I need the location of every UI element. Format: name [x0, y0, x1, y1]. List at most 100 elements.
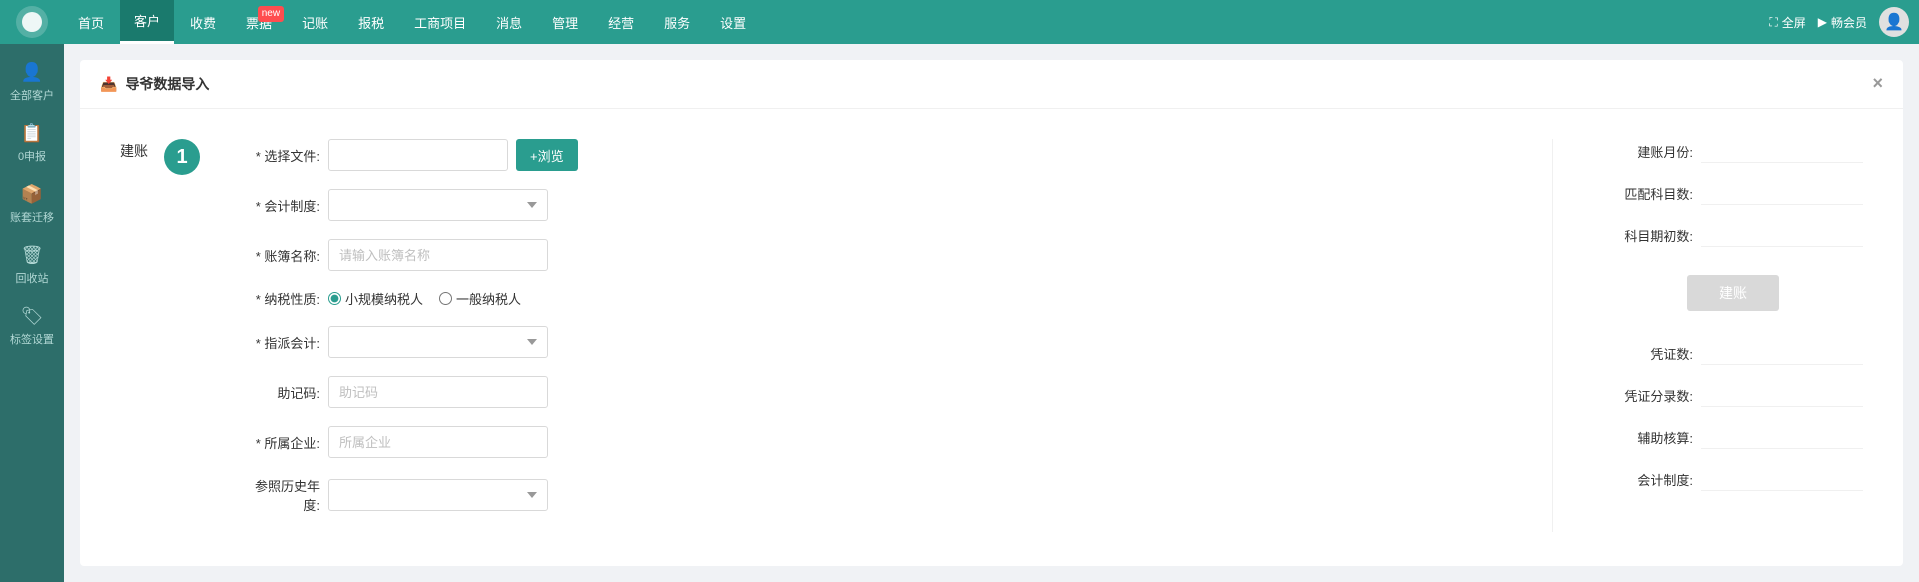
- accounting-system-row: * 会计制度:: [240, 189, 1502, 221]
- accountant-row: * 指派会计:: [240, 326, 1502, 358]
- tax-general-label: 一般纳税人: [456, 289, 521, 308]
- history-year-label: 参照历史年度:: [240, 476, 320, 514]
- enterprise-input[interactable]: [328, 426, 548, 458]
- step-indicator: 建账 1: [120, 139, 200, 532]
- tax-small-radio[interactable]: [328, 292, 341, 305]
- tax-type-label: * 纳税性质:: [240, 289, 320, 308]
- file-label: * 选择文件:: [240, 146, 320, 165]
- info-auxiliary-label: 辅助核算:: [1603, 428, 1693, 447]
- panel-title: 导爷数据导入: [125, 74, 209, 94]
- browse-button[interactable]: +浏览: [516, 139, 578, 171]
- info-month-label: 建账月份:: [1603, 142, 1693, 161]
- info-month-value: [1701, 139, 1863, 163]
- accountant-label: * 指派会计:: [240, 333, 320, 352]
- info-entries-label: 凭证分录数:: [1603, 386, 1693, 405]
- step-circle: 1: [164, 139, 200, 175]
- tax-small-label: 小规模纳税人: [345, 289, 423, 308]
- tax-type-radio-group: 小规模纳税人 一般纳税人: [328, 289, 521, 308]
- member-icon: ▶: [1818, 15, 1827, 29]
- info-auxiliary-row: 辅助核算:: [1603, 425, 1863, 449]
- memo-label: 助记码:: [240, 383, 320, 402]
- build-account-button[interactable]: 建账: [1687, 275, 1779, 311]
- sidebar-item-migration[interactable]: 📦 账套迁移: [0, 176, 64, 233]
- nav-item-operation[interactable]: 经营: [594, 0, 648, 44]
- tax-general-option[interactable]: 一般纳税人: [439, 289, 521, 308]
- file-row: * 选择文件: +浏览: [240, 139, 1502, 171]
- nav-item-bookkeeping[interactable]: 记账: [288, 0, 342, 44]
- page-panel: 📥 导爷数据导入 × 建账 1 * 选择文件: +浏览: [80, 60, 1903, 566]
- info-section: 建账月份: 匹配科目数: 科目期初数: 建账 凭证: [1603, 139, 1863, 532]
- nav-item-home[interactable]: 首页: [64, 0, 118, 44]
- nav-item-manage[interactable]: 管理: [538, 0, 592, 44]
- info-entries-row: 凭证分录数:: [1603, 383, 1863, 407]
- history-year-row: 参照历史年度:: [240, 476, 1502, 514]
- import-icon: 📥: [100, 76, 117, 93]
- form-content: 建账 1 * 选择文件: +浏览 * 会计制度:: [80, 109, 1903, 562]
- sidebar-item-recycle[interactable]: 🗑 回收站: [0, 237, 64, 294]
- info-entries-value: [1701, 383, 1863, 407]
- ledger-name-label: * 账簿名称:: [240, 246, 320, 265]
- info-auxiliary-value: [1701, 425, 1863, 449]
- info-initial-row: 科目期初数:: [1603, 223, 1863, 247]
- info-initial-value: [1701, 223, 1863, 247]
- tax-type-row: * 纳税性质: 小规模纳税人 一般纳税人: [240, 289, 1502, 308]
- info-accounting-system-row: 会计制度:: [1603, 467, 1863, 491]
- sidebar-item-tags[interactable]: 🏷 标签设置: [0, 298, 64, 355]
- nav-items: 首页 客户 收费 票据 new 记账 报税 工商项目 消息 管理 经营 服务 设…: [64, 0, 1769, 44]
- nav-item-invoice[interactable]: 票据 new: [232, 0, 286, 44]
- step-label: 建账: [120, 141, 148, 161]
- accountant-select[interactable]: [328, 326, 548, 358]
- memo-input[interactable]: [328, 376, 548, 408]
- form-section: * 选择文件: +浏览 * 会计制度: * 账簿名称:: [240, 139, 1502, 532]
- migration-icon: 📦: [21, 184, 43, 205]
- sidebar: 👤 全部客户 📋 0申报 📦 账套迁移 🗑 回收站 🏷 标签设置: [0, 44, 64, 582]
- panel-header: 📥 导爷数据导入 ×: [80, 60, 1903, 109]
- nav-item-message[interactable]: 消息: [482, 0, 536, 44]
- accounting-system-select[interactable]: [328, 189, 548, 221]
- avatar[interactable]: 👤: [1879, 7, 1909, 37]
- fullscreen-btn[interactable]: ⛶ 全屏: [1769, 14, 1805, 31]
- info-voucher-row: 凭证数:: [1603, 341, 1863, 365]
- nav-item-fee[interactable]: 收费: [176, 0, 230, 44]
- nav-item-service[interactable]: 服务: [650, 0, 704, 44]
- avatar-icon: 👤: [1884, 12, 1904, 32]
- app-logo: [10, 0, 54, 44]
- info-accounting-system-value: [1701, 467, 1863, 491]
- sidebar-item-declaration[interactable]: 📋 0申报: [0, 115, 64, 172]
- fullscreen-icon: ⛶: [1769, 15, 1777, 30]
- enterprise-label: * 所属企业:: [240, 433, 320, 452]
- enterprise-row: * 所属企业:: [240, 426, 1502, 458]
- info-voucher-label: 凭证数:: [1603, 344, 1693, 363]
- file-input[interactable]: [328, 139, 508, 171]
- recycle-icon: 🗑: [21, 245, 44, 266]
- nav-item-business[interactable]: 工商项目: [400, 0, 480, 44]
- close-button[interactable]: ×: [1872, 74, 1883, 92]
- customers-icon: 👤: [21, 62, 43, 83]
- info-voucher-value: [1701, 341, 1863, 365]
- tax-small-option[interactable]: 小规模纳税人: [328, 289, 423, 308]
- sidebar-label-tags: 标签设置: [10, 331, 54, 347]
- sidebar-label-recycle: 回收站: [16, 270, 49, 286]
- section-divider: [1552, 139, 1553, 532]
- info-initial-label: 科目期初数:: [1603, 226, 1693, 245]
- declaration-icon: 📋: [21, 123, 43, 144]
- nav-item-customer[interactable]: 客户: [120, 0, 174, 44]
- info-month-row: 建账月份:: [1603, 139, 1863, 163]
- info-match-row: 匹配科目数:: [1603, 181, 1863, 205]
- member-btn[interactable]: ▶ 畅会员: [1818, 14, 1867, 31]
- tax-general-radio[interactable]: [439, 292, 452, 305]
- info-accounting-system-label: 会计制度:: [1603, 470, 1693, 489]
- sidebar-label-declaration: 0申报: [18, 148, 46, 164]
- ledger-name-input[interactable]: [328, 239, 548, 271]
- sidebar-item-all-customers[interactable]: 👤 全部客户: [0, 54, 64, 111]
- info-match-value: [1701, 181, 1863, 205]
- top-nav: 首页 客户 收费 票据 new 记账 报税 工商项目 消息 管理 经营 服务 设…: [0, 0, 1919, 44]
- nav-item-tax[interactable]: 报税: [344, 0, 398, 44]
- sidebar-label-customers: 全部客户: [10, 87, 54, 103]
- main-layout: 👤 全部客户 📋 0申报 📦 账套迁移 🗑 回收站 🏷 标签设置 📥 导爷数据导…: [0, 44, 1919, 582]
- history-year-select[interactable]: [328, 479, 548, 511]
- sidebar-label-migration: 账套迁移: [10, 209, 54, 225]
- memo-row: 助记码:: [240, 376, 1502, 408]
- accounting-system-label: * 会计制度:: [240, 196, 320, 215]
- nav-item-settings[interactable]: 设置: [706, 0, 760, 44]
